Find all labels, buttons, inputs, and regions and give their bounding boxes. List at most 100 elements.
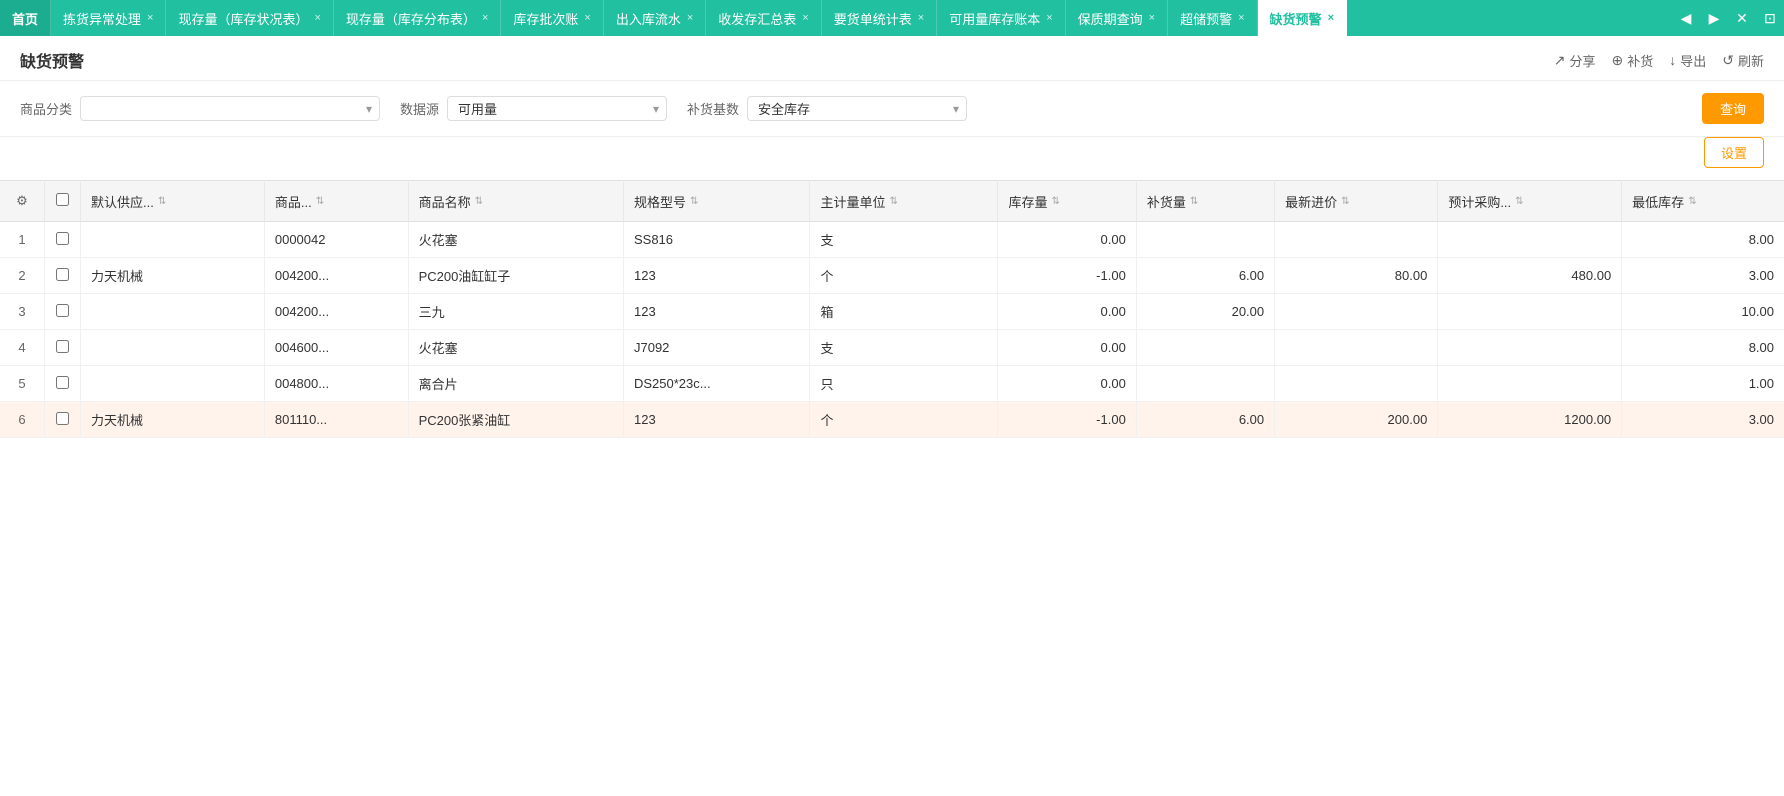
row-spec-5: DS250*23c... bbox=[623, 366, 809, 402]
category-filter-group: 商品分类 ▾ bbox=[20, 96, 380, 121]
row-replenish-5 bbox=[1136, 366, 1274, 402]
row-replenish-3: 20.00 bbox=[1136, 294, 1274, 330]
row-replenish-1 bbox=[1136, 222, 1274, 258]
category-input[interactable] bbox=[80, 96, 380, 121]
tab-close-inout[interactable]: × bbox=[687, 12, 693, 24]
row-goods-code-6: 801110... bbox=[264, 402, 408, 438]
tab-inout[interactable]: 出入库流水 × bbox=[604, 0, 706, 36]
export-button[interactable]: ↓ 导出 bbox=[1669, 51, 1706, 70]
tab-close-stock-dist[interactable]: × bbox=[482, 12, 488, 24]
row-stock-6: -1.00 bbox=[998, 402, 1136, 438]
goods-code-sort-icon: ⇅ bbox=[316, 196, 324, 207]
th-stock[interactable]: 库存量 ⇅ bbox=[998, 181, 1136, 222]
row-replenish-6: 6.00 bbox=[1136, 402, 1274, 438]
export-label: 导出 bbox=[1680, 51, 1706, 70]
row-stock-1: 0.00 bbox=[998, 222, 1136, 258]
row-goods-code-1: 0000042 bbox=[264, 222, 408, 258]
row-checkbox-6[interactable] bbox=[56, 412, 69, 425]
row-spec-4: J7092 bbox=[623, 330, 809, 366]
th-spec[interactable]: 规格型号 ⇅ bbox=[623, 181, 809, 222]
th-min-stock[interactable]: 最低库存 ⇅ bbox=[1622, 181, 1784, 222]
th-replenish[interactable]: 补货量 ⇅ bbox=[1136, 181, 1274, 222]
datasource-input[interactable] bbox=[447, 96, 667, 121]
th-goods-name[interactable]: 商品名称 ⇅ bbox=[408, 181, 623, 222]
th-settings[interactable]: ⚙ bbox=[0, 181, 45, 222]
row-latest-price-6: 200.00 bbox=[1275, 402, 1438, 438]
tab-close-anomaly[interactable]: × bbox=[147, 12, 153, 24]
tab-restore-button[interactable]: ⊡ bbox=[1756, 0, 1784, 36]
th-supplier[interactable]: 默认供应... ⇅ bbox=[81, 181, 265, 222]
row-est-purchase-1 bbox=[1438, 222, 1622, 258]
page-content: 缺货预警 ↗ 分享 ⊕ 补货 ↓ 导出 ↺ 刷新 商品分类 bbox=[0, 36, 1784, 796]
row-est-purchase-2: 480.00 bbox=[1438, 258, 1622, 294]
tab-demand[interactable]: 要货单统计表 × bbox=[822, 0, 937, 36]
table-body: 1 0000042 火花塞 SS816 支 0.00 8.00 2 力天机械 0… bbox=[0, 222, 1784, 438]
row-est-purchase-4 bbox=[1438, 330, 1622, 366]
th-est-purchase[interactable]: 预计采购... ⇅ bbox=[1438, 181, 1622, 222]
tab-close-stock-status[interactable]: × bbox=[314, 12, 320, 24]
row-min-stock-3: 10.00 bbox=[1622, 294, 1784, 330]
tab-stock-status[interactable]: 现存量（库存状况表） × bbox=[166, 0, 333, 36]
replenish-button[interactable]: ⊕ 补货 bbox=[1611, 51, 1653, 70]
row-checkbox-5[interactable] bbox=[56, 376, 69, 389]
table-row: 5 004800... 离合片 DS250*23c... 只 0.00 1.00 bbox=[0, 366, 1784, 402]
datasource-filter-group: 数据源 ▾ bbox=[400, 96, 667, 121]
row-goods-name-3: 三九 bbox=[408, 294, 623, 330]
tab-available[interactable]: 可用量库存账本 × bbox=[937, 0, 1065, 36]
tab-close-overstock[interactable]: × bbox=[1238, 12, 1244, 24]
row-num-4: 4 bbox=[0, 330, 45, 366]
row-stock-5: 0.00 bbox=[998, 366, 1136, 402]
row-checkbox-1[interactable] bbox=[56, 232, 69, 245]
goods-name-sort-icon: ⇅ bbox=[475, 196, 483, 207]
tab-close-batch[interactable]: × bbox=[584, 12, 590, 24]
select-all-checkbox[interactable] bbox=[56, 193, 69, 206]
row-checkbox-4[interactable] bbox=[56, 340, 69, 353]
row-unit-4: 支 bbox=[810, 330, 998, 366]
tab-stock-dist[interactable]: 现存量（库存分布表） × bbox=[334, 0, 501, 36]
query-button[interactable]: 查询 bbox=[1702, 93, 1764, 124]
row-stock-3: 0.00 bbox=[998, 294, 1136, 330]
replenish-base-label: 补货基数 bbox=[687, 99, 739, 118]
row-supplier-2: 力天机械 bbox=[81, 258, 265, 294]
row-checkbox-3[interactable] bbox=[56, 304, 69, 317]
th-latest-price[interactable]: 最新进价 ⇅ bbox=[1275, 181, 1438, 222]
settings-gear-icon[interactable]: ⚙ bbox=[10, 189, 34, 213]
share-button[interactable]: ↗ 分享 bbox=[1554, 51, 1596, 70]
row-checkbox-2[interactable] bbox=[56, 268, 69, 281]
tab-close-expiry[interactable]: × bbox=[1149, 12, 1155, 24]
replenish-sort-icon: ⇅ bbox=[1190, 196, 1198, 207]
row-stock-2: -1.00 bbox=[998, 258, 1136, 294]
tab-recv-summary[interactable]: 收发存汇总表 × bbox=[706, 0, 821, 36]
th-unit[interactable]: 主计量单位 ⇅ bbox=[810, 181, 998, 222]
tab-next-button[interactable]: ▶ bbox=[1700, 0, 1728, 36]
tab-prev-button[interactable]: ◀ bbox=[1672, 0, 1700, 36]
tab-anomaly[interactable]: 拣货异常处理 × bbox=[51, 0, 166, 36]
th-check bbox=[45, 181, 81, 222]
row-latest-price-3 bbox=[1275, 294, 1438, 330]
tab-home[interactable]: 首页 bbox=[0, 0, 51, 36]
row-goods-name-1: 火花塞 bbox=[408, 222, 623, 258]
tab-batch[interactable]: 库存批次账 × bbox=[501, 0, 603, 36]
stock-sort-icon: ⇅ bbox=[1052, 196, 1060, 207]
tab-shortage[interactable]: 缺货预警 × bbox=[1258, 0, 1347, 36]
table-row: 6 力天机械 801110... PC200张紧油缸 123 个 -1.00 6… bbox=[0, 402, 1784, 438]
tab-close-available[interactable]: × bbox=[1046, 12, 1052, 24]
row-est-purchase-3 bbox=[1438, 294, 1622, 330]
tab-close-shortage[interactable]: × bbox=[1328, 12, 1334, 24]
replenish-label: 补货 bbox=[1627, 51, 1653, 70]
refresh-button[interactable]: ↺ 刷新 bbox=[1722, 51, 1764, 70]
settings-button[interactable]: 设置 bbox=[1704, 137, 1764, 168]
th-goods-code[interactable]: 商品... ⇅ bbox=[264, 181, 408, 222]
share-label: 分享 bbox=[1569, 51, 1595, 70]
row-spec-1: SS816 bbox=[623, 222, 809, 258]
tab-overstock[interactable]: 超储预警 × bbox=[1168, 0, 1257, 36]
tab-expiry[interactable]: 保质期查询 × bbox=[1066, 0, 1168, 36]
replenish-base-input[interactable] bbox=[747, 96, 967, 121]
row-latest-price-2: 80.00 bbox=[1275, 258, 1438, 294]
tab-close-recv-summary[interactable]: × bbox=[802, 12, 808, 24]
row-goods-name-4: 火花塞 bbox=[408, 330, 623, 366]
row-min-stock-2: 3.00 bbox=[1622, 258, 1784, 294]
min-stock-sort-icon: ⇅ bbox=[1688, 196, 1696, 207]
tab-close-all-button[interactable]: ✕ bbox=[1728, 0, 1756, 36]
tab-close-demand[interactable]: × bbox=[918, 12, 924, 24]
